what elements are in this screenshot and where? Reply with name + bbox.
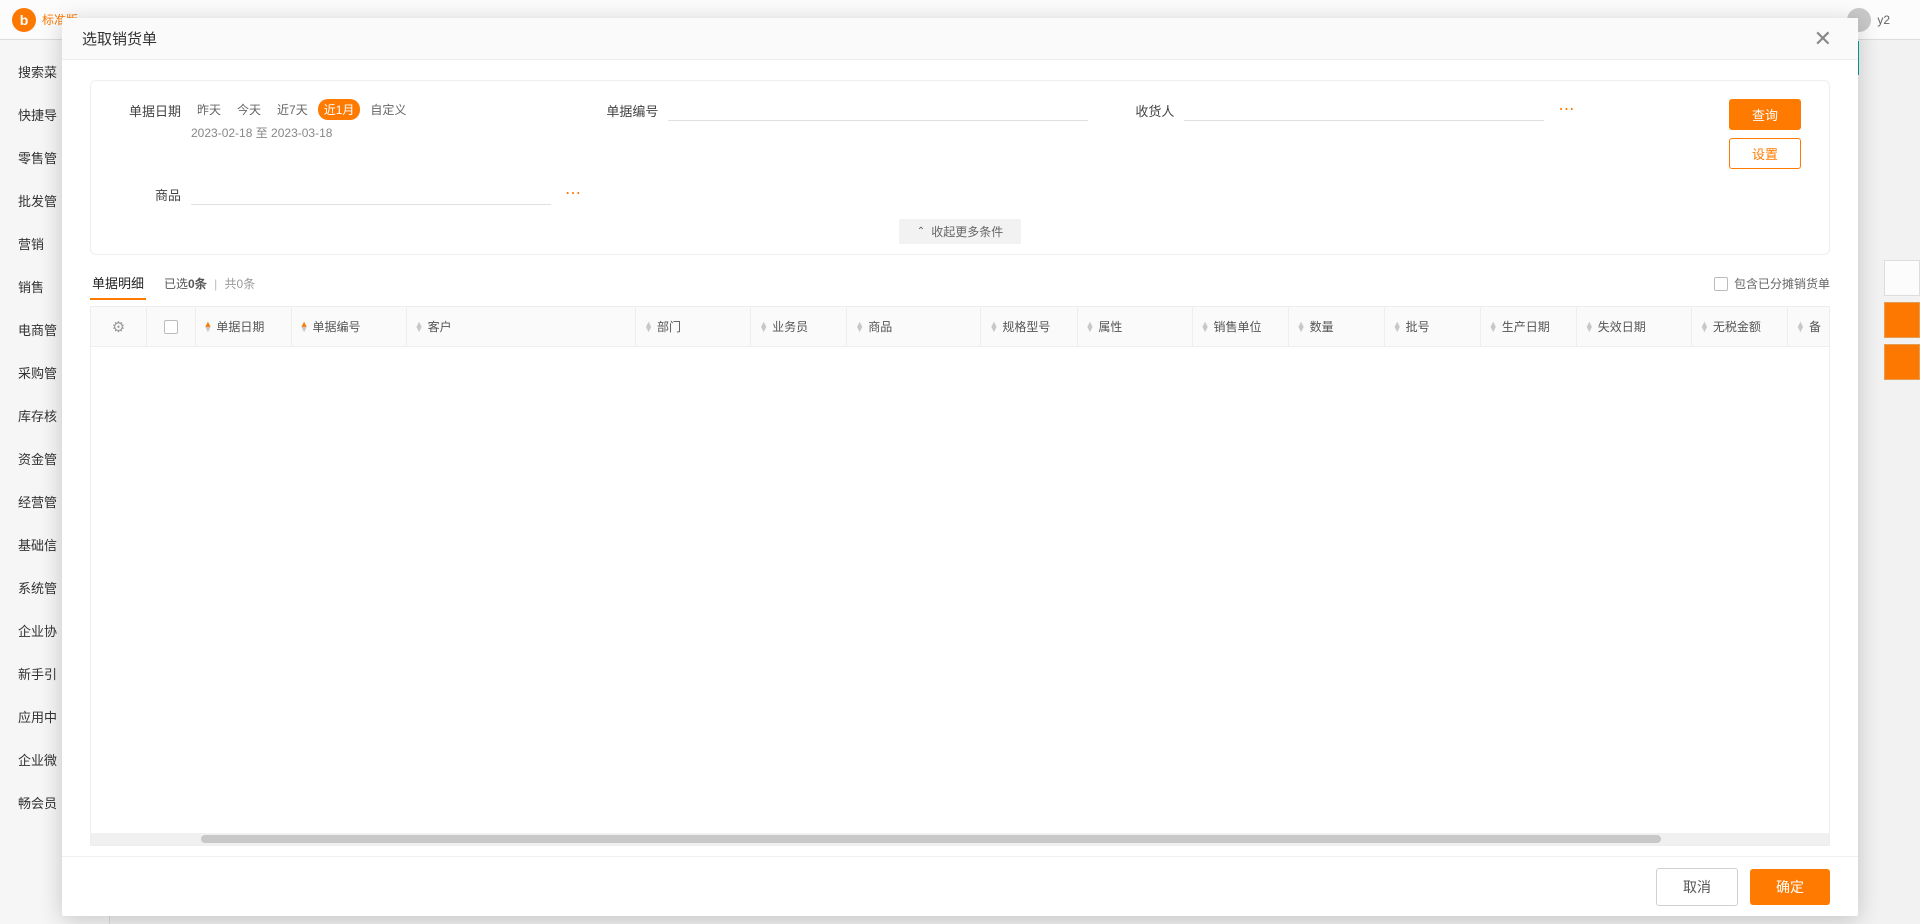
receiver-input[interactable] xyxy=(1184,99,1544,121)
column-header-batch[interactable]: ▲▼批号 xyxy=(1385,307,1481,346)
date-option-custom[interactable]: 自定义 xyxy=(364,99,412,120)
column-header-product[interactable]: ▲▼商品 xyxy=(847,307,981,346)
column-header-date[interactable]: ▲▼单据日期 xyxy=(196,307,292,346)
date-option-yesterday[interactable]: 昨天 xyxy=(191,99,227,120)
column-header-sales[interactable]: ▲▼业务员 xyxy=(751,307,847,346)
product-input[interactable] xyxy=(191,183,551,205)
modal-footer: 取消 确定 xyxy=(62,856,1858,916)
doc-no-input[interactable] xyxy=(668,99,1088,121)
settings-button[interactable]: 设置 xyxy=(1729,138,1801,169)
column-header-unit[interactable]: ▲▼销售单位 xyxy=(1193,307,1289,346)
checkbox-label: 包含已分摊销货单 xyxy=(1734,275,1830,292)
column-header-proddate[interactable]: ▲▼生产日期 xyxy=(1481,307,1577,346)
filter-label: 商品 xyxy=(119,183,181,204)
filter-doc-no: 单据编号 xyxy=(596,99,1088,121)
scrollbar-thumb[interactable] xyxy=(201,835,1661,843)
chevron-up-icon: ⌃ xyxy=(917,226,925,237)
select-sales-order-modal: 选取销货单 ✕ 单据日期 昨天 今天 近7天 近1月 自定义 2 xyxy=(62,18,1858,916)
column-header-notax[interactable]: ▲▼无税金额 xyxy=(1692,307,1788,346)
column-header-attr[interactable]: ▲▼属性 xyxy=(1078,307,1193,346)
cancel-button[interactable]: 取消 xyxy=(1656,868,1738,906)
filter-product: 商品 ⋯ xyxy=(119,183,581,205)
tabs-row: 单据明细 已选0条 | 共0条 包含已分摊销货单 xyxy=(90,267,1830,300)
collapse-label: 收起更多条件 xyxy=(931,223,1003,240)
filter-receiver: 收货人 ⋯ xyxy=(1112,99,1574,121)
include-distributed-checkbox[interactable]: 包含已分摊销货单 xyxy=(1714,275,1830,292)
filter-label: 收货人 xyxy=(1112,99,1174,120)
filter-panel: 单据日期 昨天 今天 近7天 近1月 自定义 2023-02-18 至 2023… xyxy=(90,80,1830,255)
date-option-1month[interactable]: 近1月 xyxy=(318,99,361,120)
modal-body: 单据日期 昨天 今天 近7天 近1月 自定义 2023-02-18 至 2023… xyxy=(62,60,1858,856)
table-body-empty xyxy=(91,347,1829,833)
selection-info: 已选0条 | 共0条 xyxy=(164,275,255,292)
date-range-display[interactable]: 2023-02-18 至 2023-03-18 xyxy=(191,124,412,141)
search-button[interactable]: 查询 xyxy=(1729,99,1801,130)
horizontal-scrollbar[interactable] xyxy=(91,833,1829,845)
column-settings-icon[interactable]: ⚙ xyxy=(91,307,147,346)
more-icon[interactable]: ⋯ xyxy=(1558,99,1574,119)
checkbox-icon xyxy=(1714,277,1728,291)
column-header-docno[interactable]: ▲▼单据编号 xyxy=(292,307,407,346)
column-header-remark[interactable]: ▲▼备 xyxy=(1788,307,1829,346)
column-header-qty[interactable]: ▲▼数量 xyxy=(1289,307,1385,346)
checkbox-icon xyxy=(164,320,178,334)
date-option-today[interactable]: 今天 xyxy=(231,99,267,120)
tab-detail[interactable]: 单据明细 xyxy=(90,267,146,300)
modal-title: 选取销货单 xyxy=(82,28,157,49)
date-option-7days[interactable]: 近7天 xyxy=(271,99,314,120)
filter-label: 单据编号 xyxy=(596,99,658,120)
confirm-button[interactable]: 确定 xyxy=(1750,869,1830,905)
filter-row: 单据日期 昨天 今天 近7天 近1月 自定义 2023-02-18 至 2023… xyxy=(119,99,1801,169)
column-header-expdate[interactable]: ▲▼失效日期 xyxy=(1577,307,1692,346)
filter-buttons: 查询 设置 xyxy=(1729,99,1801,169)
collapse-toggle[interactable]: ⌃ 收起更多条件 xyxy=(899,219,1021,244)
column-header-customer[interactable]: ▲▼客户 xyxy=(407,307,636,346)
collapse-row: ⌃ 收起更多条件 xyxy=(119,219,1801,244)
column-header-spec[interactable]: ▲▼规格型号 xyxy=(981,307,1077,346)
close-icon[interactable]: ✕ xyxy=(1808,26,1838,52)
more-icon[interactable]: ⋯ xyxy=(565,183,581,203)
column-header-dept[interactable]: ▲▼部门 xyxy=(636,307,751,346)
select-all-checkbox[interactable] xyxy=(147,307,195,346)
results-table: ⚙ ▲▼单据日期 ▲▼单据编号 ▲▼客户 ▲▼部门 ▲▼业务员 ▲▼商品 ▲▼规… xyxy=(90,306,1830,846)
filter-date: 单据日期 昨天 今天 近7天 近1月 自定义 2023-02-18 至 2023… xyxy=(119,99,412,141)
date-options: 昨天 今天 近7天 近1月 自定义 xyxy=(191,99,412,120)
filter-label: 单据日期 xyxy=(119,99,181,120)
modal-header: 选取销货单 ✕ xyxy=(62,18,1858,60)
filter-row: 商品 ⋯ xyxy=(119,183,1801,205)
table-header: ⚙ ▲▼单据日期 ▲▼单据编号 ▲▼客户 ▲▼部门 ▲▼业务员 ▲▼商品 ▲▼规… xyxy=(91,307,1829,347)
